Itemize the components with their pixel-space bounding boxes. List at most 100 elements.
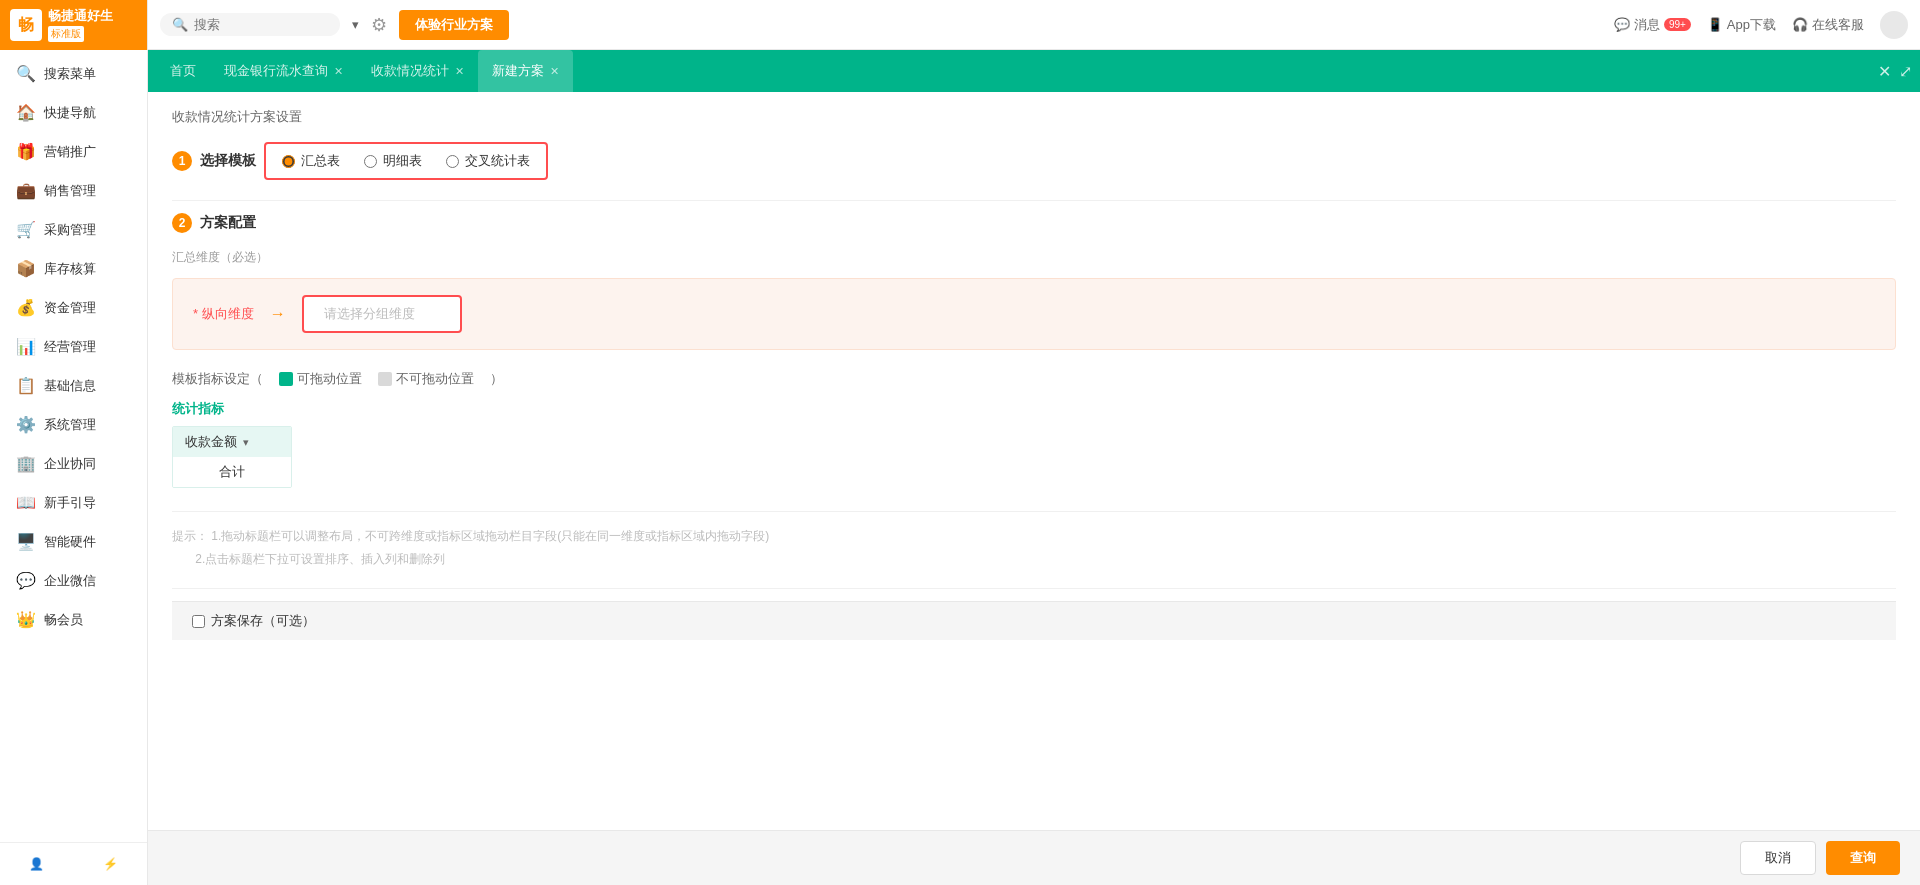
sidebar-item-label: 经营管理 — [44, 338, 96, 356]
sidebar-item-marketing[interactable]: 🎁 营销推广 — [0, 132, 147, 171]
footer-btns: 取消 查询 — [148, 830, 1920, 885]
tip-item-1: 提示： 1.拖动标题栏可以调整布局，不可跨维度或指标区域拖动栏目字段(只能在同一… — [172, 528, 1896, 545]
sidebar-item-inventory[interactable]: 📦 库存核算 — [0, 249, 147, 288]
metrics-table-header[interactable]: 收款金额 ▾ — [173, 427, 291, 457]
template-label-detail: 明细表 — [383, 152, 422, 170]
support-label: 在线客服 — [1812, 16, 1864, 34]
confirm-button[interactable]: 查询 — [1826, 841, 1900, 875]
gear-icon[interactable]: ⚙ — [371, 14, 387, 36]
sidebar-item-finance[interactable]: 💰 资金管理 — [0, 288, 147, 327]
support-item[interactable]: 🎧 在线客服 — [1792, 16, 1864, 34]
page-title: 收款情况统计方案设置 — [172, 108, 1896, 126]
sidebar-item-guide[interactable]: 📖 新手引导 — [0, 483, 147, 522]
page-body: 收款情况统计方案设置 1 选择模板 汇总表 明细表 — [148, 92, 1920, 656]
save-checkbox[interactable] — [192, 615, 205, 628]
step1-title: 选择模板 — [200, 152, 256, 170]
metrics-table-label: 统计指标 — [172, 400, 1896, 418]
topbar-search-box[interactable]: 🔍 — [160, 13, 340, 36]
download-label: App下载 — [1727, 16, 1776, 34]
sidebar-footer-btn-left[interactable]: 👤 — [0, 851, 74, 877]
metrics-header-close: ） — [490, 370, 503, 388]
notification-icon: 💬 — [1614, 17, 1630, 32]
bottom-bar: 方案保存（可选） — [172, 601, 1896, 640]
step2-header: 2 方案配置 — [172, 213, 1896, 233]
sidebar-item-system[interactable]: ⚙️ 系统管理 — [0, 405, 147, 444]
sidebar-item-sales[interactable]: 💼 销售管理 — [0, 171, 147, 210]
topbar-search-icon: 🔍 — [172, 17, 188, 32]
sidebar-logo: 畅 畅捷通好生 标准版 — [0, 0, 147, 50]
template-option-detail[interactable]: 明细表 — [364, 152, 422, 170]
trial-button[interactable]: 体验行业方案 — [399, 10, 509, 40]
dimension-title: 汇总维度（必选） — [172, 249, 1896, 266]
topbar: 🔍 ▾ ⚙ 体验行业方案 💬 消息 99+ 📱 App下载 🎧 在线客服 — [148, 0, 1920, 50]
sidebar-item-operations[interactable]: 📊 经营管理 — [0, 327, 147, 366]
template-label-cross: 交叉统计表 — [465, 152, 530, 170]
save-option[interactable]: 方案保存（可选） — [192, 612, 315, 630]
tab-bank[interactable]: 现金银行流水查询 ✕ — [210, 50, 357, 92]
non-draggable-badge: 不可拖动位置 — [378, 370, 474, 388]
notification-item[interactable]: 💬 消息 99+ — [1614, 16, 1691, 34]
metrics-column-sub: 合计 — [219, 464, 245, 479]
tips-section: 提示： 1.拖动标题栏可以调整布局，不可跨维度或指标区域拖动栏目字段(只能在同一… — [172, 511, 1896, 568]
dimension-area: * 纵向维度 → 请选择分组维度 — [172, 278, 1896, 350]
tab-bank-label: 现金银行流水查询 — [224, 62, 328, 80]
sidebar-item-wechat[interactable]: 💬 企业微信 — [0, 561, 147, 600]
search-input[interactable] — [194, 17, 314, 32]
sidebar-item-hardware[interactable]: 🖥️ 智能硬件 — [0, 522, 147, 561]
logo-text: 畅捷通好生 — [48, 8, 113, 24]
main-area: 🔍 ▾ ⚙ 体验行业方案 💬 消息 99+ 📱 App下载 🎧 在线客服 — [148, 0, 1920, 885]
user-avatar[interactable] — [1880, 11, 1908, 39]
content-wrapper: 收款情况统计方案设置 1 选择模板 汇总表 明细表 — [148, 92, 1920, 830]
sidebar: 畅 畅捷通好生 标准版 🔍 搜索菜单 🏠 快捷导航 🎁 营销推广 💼 销售管理 … — [0, 0, 148, 885]
sidebar-item-label: 系统管理 — [44, 416, 96, 434]
tab-new-plan[interactable]: 新建方案 ✕ — [478, 50, 573, 92]
metrics-table: 收款金额 ▾ 合计 — [172, 426, 292, 488]
sidebar-item-label: 畅会员 — [44, 611, 83, 629]
template-radio-cross[interactable] — [446, 155, 459, 168]
download-item[interactable]: 📱 App下载 — [1707, 16, 1776, 34]
tab-new-plan-close[interactable]: ✕ — [550, 65, 559, 78]
topbar-dropdown[interactable]: ▾ — [352, 17, 359, 32]
draggable-badge: 可拖动位置 — [279, 370, 362, 388]
tab-collection[interactable]: 收款情况统计 ✕ — [357, 50, 478, 92]
sidebar-footer-btn-right[interactable]: ⚡ — [74, 851, 148, 877]
purchase-icon: 🛒 — [16, 220, 36, 239]
tabs-bar: 首页 现金银行流水查询 ✕ 收款情况统计 ✕ 新建方案 ✕ ✕ ⤢ — [148, 50, 1920, 92]
cancel-button[interactable]: 取消 — [1740, 841, 1816, 875]
tab-bank-close[interactable]: ✕ — [334, 65, 343, 78]
sidebar-item-member[interactable]: 👑 畅会员 — [0, 600, 147, 639]
template-option-cross[interactable]: 交叉统计表 — [446, 152, 530, 170]
dimension-row: * 纵向维度 → 请选择分组维度 — [193, 295, 1875, 333]
step2-section: 2 方案配置 汇总维度（必选） * 纵向维度 → 请选择分组维度 — [172, 213, 1896, 568]
operations-icon: 📊 — [16, 337, 36, 356]
metrics-table-body: 合计 — [173, 457, 291, 487]
template-option-summary[interactable]: 汇总表 — [282, 152, 340, 170]
sidebar-item-search[interactable]: 🔍 搜索菜单 — [0, 54, 147, 93]
topbar-right: 💬 消息 99+ 📱 App下载 🎧 在线客服 — [1614, 11, 1908, 39]
sidebar-item-label: 营销推广 — [44, 143, 96, 161]
notification-badge: 99+ — [1664, 18, 1691, 31]
sidebar-footer: 👤 ⚡ — [0, 842, 147, 885]
metrics-chevron-icon[interactable]: ▾ — [243, 436, 249, 449]
sidebar-item-quicknav[interactable]: 🏠 快捷导航 — [0, 93, 147, 132]
tab-home[interactable]: 首页 — [156, 50, 210, 92]
tab-collection-close[interactable]: ✕ — [455, 65, 464, 78]
tab-new-plan-label: 新建方案 — [492, 62, 544, 80]
sidebar-item-basic[interactable]: 📋 基础信息 — [0, 366, 147, 405]
draggable-indicator — [279, 372, 293, 386]
sidebar-item-enterprise[interactable]: 🏢 企业协同 — [0, 444, 147, 483]
support-icon: 🎧 — [1792, 17, 1808, 32]
template-radio-detail[interactable] — [364, 155, 377, 168]
template-radio-summary[interactable] — [282, 155, 295, 168]
window-maximize-btn[interactable]: ⤢ — [1899, 62, 1912, 81]
wechat-icon: 💬 — [16, 571, 36, 590]
sidebar-item-purchase[interactable]: 🛒 采购管理 — [0, 210, 147, 249]
dimension-placeholder[interactable]: 请选择分组维度 — [302, 295, 462, 333]
hardware-icon: 🖥️ — [16, 532, 36, 551]
non-draggable-indicator — [378, 372, 392, 386]
window-close-btn[interactable]: ✕ — [1878, 62, 1891, 81]
logo-icon: 畅 — [10, 9, 42, 41]
download-icon: 📱 — [1707, 17, 1723, 32]
tip-text-1: 提示： 1.拖动标题栏可以调整布局，不可跨维度或指标区域拖动栏目字段(只能在同一… — [172, 528, 769, 545]
sidebar-item-label: 企业微信 — [44, 572, 96, 590]
